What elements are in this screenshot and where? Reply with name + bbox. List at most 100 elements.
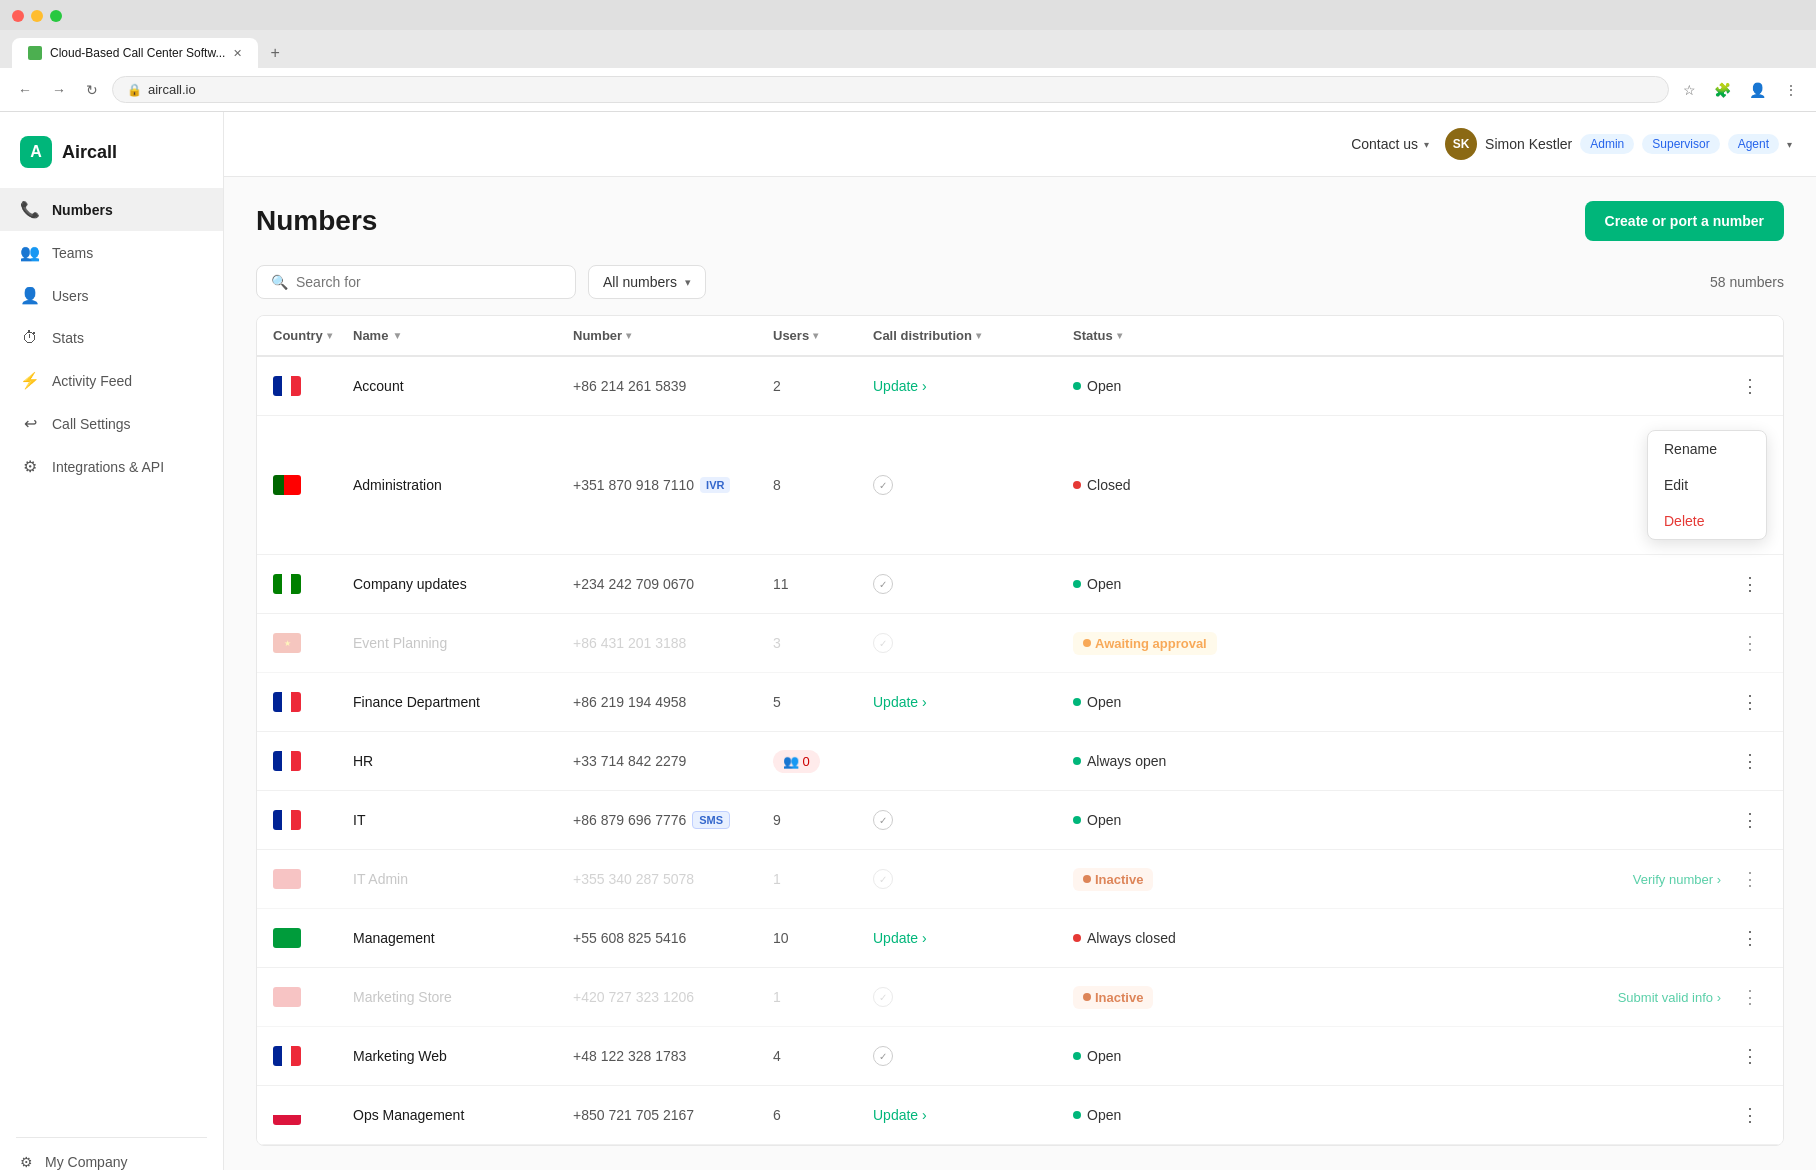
status-dot-red bbox=[1073, 934, 1081, 942]
sidebar-item-activity-feed[interactable]: ⚡ Activity Feed bbox=[0, 359, 223, 402]
url-text: aircall.io bbox=[148, 82, 196, 97]
sort-icon-users[interactable]: ▾ bbox=[813, 330, 818, 341]
row-number: +234 242 709 0670 bbox=[573, 576, 773, 592]
active-tab[interactable]: Cloud-Based Call Center Softw... ✕ bbox=[12, 38, 258, 68]
row-status: Always open bbox=[1073, 753, 1233, 769]
flag-al bbox=[273, 987, 301, 1007]
flag-pt bbox=[273, 475, 301, 495]
row-status: Open bbox=[1073, 694, 1233, 710]
stats-icon: ⏱ bbox=[20, 329, 40, 347]
status-dot-green bbox=[1073, 382, 1081, 390]
menu-btn[interactable]: ⋮ bbox=[1778, 78, 1804, 102]
sidebar-item-my-company[interactable]: ⚙ My Company bbox=[0, 1138, 223, 1170]
context-rename[interactable]: Rename bbox=[1648, 431, 1766, 467]
sidebar-item-users[interactable]: 👤 Users bbox=[0, 274, 223, 317]
context-delete[interactable]: Delete bbox=[1648, 503, 1766, 539]
more-options-btn[interactable]: ⋮ bbox=[1733, 1041, 1767, 1071]
extensions-btn[interactable]: 🧩 bbox=[1708, 78, 1737, 102]
flag-fr bbox=[273, 376, 301, 396]
integrations-icon: ⚙ bbox=[20, 457, 40, 476]
update-link[interactable]: Update › bbox=[873, 378, 1073, 394]
context-edit[interactable]: Edit bbox=[1648, 467, 1766, 503]
more-options-btn[interactable]: ⋮ bbox=[1733, 687, 1767, 717]
sidebar-item-call-settings[interactable]: ↩ Call Settings bbox=[0, 402, 223, 445]
reload-btn[interactable]: ↻ bbox=[80, 78, 104, 102]
create-number-btn[interactable]: Create or port a number bbox=[1585, 201, 1784, 241]
row-actions: Verify number › ⋮ bbox=[1233, 864, 1767, 894]
table-header: Country ▾ Name ▼ Number ▾ Users ▾ bbox=[257, 316, 1783, 357]
more-options-btn[interactable]: ⋮ bbox=[1733, 982, 1767, 1012]
tab-close-btn[interactable]: ✕ bbox=[233, 47, 242, 60]
search-input[interactable] bbox=[296, 274, 561, 290]
numbers-filter-dropdown[interactable]: All numbers ▾ bbox=[588, 265, 706, 299]
maximize-window-btn[interactable] bbox=[50, 10, 62, 22]
star-btn[interactable]: ☆ bbox=[1677, 78, 1702, 102]
user-chevron[interactable]: ▾ bbox=[1787, 139, 1792, 150]
context-menu: Rename Edit Delete bbox=[1647, 430, 1767, 540]
row-distribution: ✓ bbox=[873, 869, 1073, 889]
user-info: SK Simon Kestler Admin Supervisor Agent … bbox=[1445, 128, 1792, 160]
sidebar-item-numbers[interactable]: 📞 Numbers bbox=[0, 188, 223, 231]
contact-us-btn[interactable]: Contact us ▾ bbox=[1351, 136, 1429, 152]
forward-btn[interactable]: → bbox=[46, 78, 72, 102]
table-row: Marketing Store +420 727 323 1206 1 ✓ In… bbox=[257, 968, 1783, 1027]
more-options-btn[interactable]: ⋮ bbox=[1733, 805, 1767, 835]
submit-valid-info-link[interactable]: Submit valid info › bbox=[1618, 990, 1721, 1005]
more-options-btn[interactable]: ⋮ bbox=[1733, 569, 1767, 599]
table-row: ★ Event Planning +86 431 201 3188 3 ✓ Aw… bbox=[257, 614, 1783, 673]
update-link[interactable]: Update › bbox=[873, 1107, 1073, 1123]
row-name: Account bbox=[353, 378, 573, 394]
status-dot-green bbox=[1073, 1052, 1081, 1060]
sort-icon-name[interactable]: ▼ bbox=[392, 330, 402, 341]
more-options-btn[interactable]: ⋮ bbox=[1733, 923, 1767, 953]
verify-number-link[interactable]: Verify number › bbox=[1633, 872, 1721, 887]
address-bar[interactable]: 🔒 aircall.io bbox=[112, 76, 1669, 103]
more-options-btn[interactable]: ⋮ bbox=[1733, 864, 1767, 894]
profile-btn[interactable]: 👤 bbox=[1743, 78, 1772, 102]
table-row: IT +86 879 696 7776 SMS 9 ✓ Open ⋮ bbox=[257, 791, 1783, 850]
row-status: Closed bbox=[1073, 477, 1233, 493]
close-window-btn[interactable] bbox=[12, 10, 24, 22]
sort-icon-status[interactable]: ▾ bbox=[1117, 330, 1122, 341]
update-link[interactable]: Update › bbox=[873, 930, 1073, 946]
sort-icon-country[interactable]: ▾ bbox=[327, 330, 332, 341]
awaiting-badge: Awaiting approval bbox=[1073, 632, 1217, 655]
flag-cell: ★ bbox=[273, 633, 353, 653]
more-options-btn[interactable]: ⋮ bbox=[1733, 628, 1767, 658]
row-users: 1 bbox=[773, 989, 873, 1005]
row-name: Marketing Store bbox=[353, 989, 573, 1005]
sort-icon-distribution[interactable]: ▾ bbox=[976, 330, 981, 341]
contact-us-label: Contact us bbox=[1351, 136, 1418, 152]
agent-badge: Agent bbox=[1728, 134, 1779, 154]
status-dot-green bbox=[1073, 698, 1081, 706]
row-actions: ⋮ bbox=[1233, 1100, 1767, 1130]
sidebar-item-stats[interactable]: ⏱ Stats bbox=[0, 317, 223, 359]
minimize-window-btn[interactable] bbox=[31, 10, 43, 22]
main-content: Contact us ▾ SK Simon Kestler Admin Supe… bbox=[224, 112, 1816, 1170]
sidebar-nav: 📞 Numbers 👥 Teams 👤 Users ⏱ Stats ⚡ Acti… bbox=[0, 188, 223, 1137]
back-btn[interactable]: ← bbox=[12, 78, 38, 102]
row-status: Always closed bbox=[1073, 930, 1233, 946]
row-number: +33 714 842 2279 bbox=[573, 753, 773, 769]
sort-icon-number[interactable]: ▾ bbox=[626, 330, 631, 341]
filter-label: All numbers bbox=[603, 274, 677, 290]
flag-cell bbox=[273, 376, 353, 396]
row-users: 9 bbox=[773, 812, 873, 828]
flag-cell bbox=[273, 1105, 353, 1125]
table-row: Finance Department +86 219 194 4958 5 Up… bbox=[257, 673, 1783, 732]
more-options-btn[interactable]: ⋮ bbox=[1733, 746, 1767, 776]
row-number: +351 870 918 7110 IVR bbox=[573, 477, 773, 493]
row-status: Awaiting approval bbox=[1073, 632, 1233, 655]
new-tab-btn[interactable]: + bbox=[262, 40, 287, 66]
sidebar-item-integrations[interactable]: ⚙ Integrations & API bbox=[0, 445, 223, 488]
row-actions: ⋮ bbox=[1233, 569, 1767, 599]
update-link[interactable]: Update › bbox=[873, 694, 1073, 710]
more-options-btn[interactable]: ⋮ bbox=[1733, 1100, 1767, 1130]
row-name: Management bbox=[353, 930, 573, 946]
row-users: 👥 0 bbox=[773, 750, 873, 773]
sidebar-item-teams[interactable]: 👥 Teams bbox=[0, 231, 223, 274]
more-options-btn[interactable]: ⋮ bbox=[1733, 371, 1767, 401]
check-icon: ✓ bbox=[873, 633, 893, 653]
lock-icon: 🔒 bbox=[127, 83, 142, 97]
flag-cell bbox=[273, 1046, 353, 1066]
